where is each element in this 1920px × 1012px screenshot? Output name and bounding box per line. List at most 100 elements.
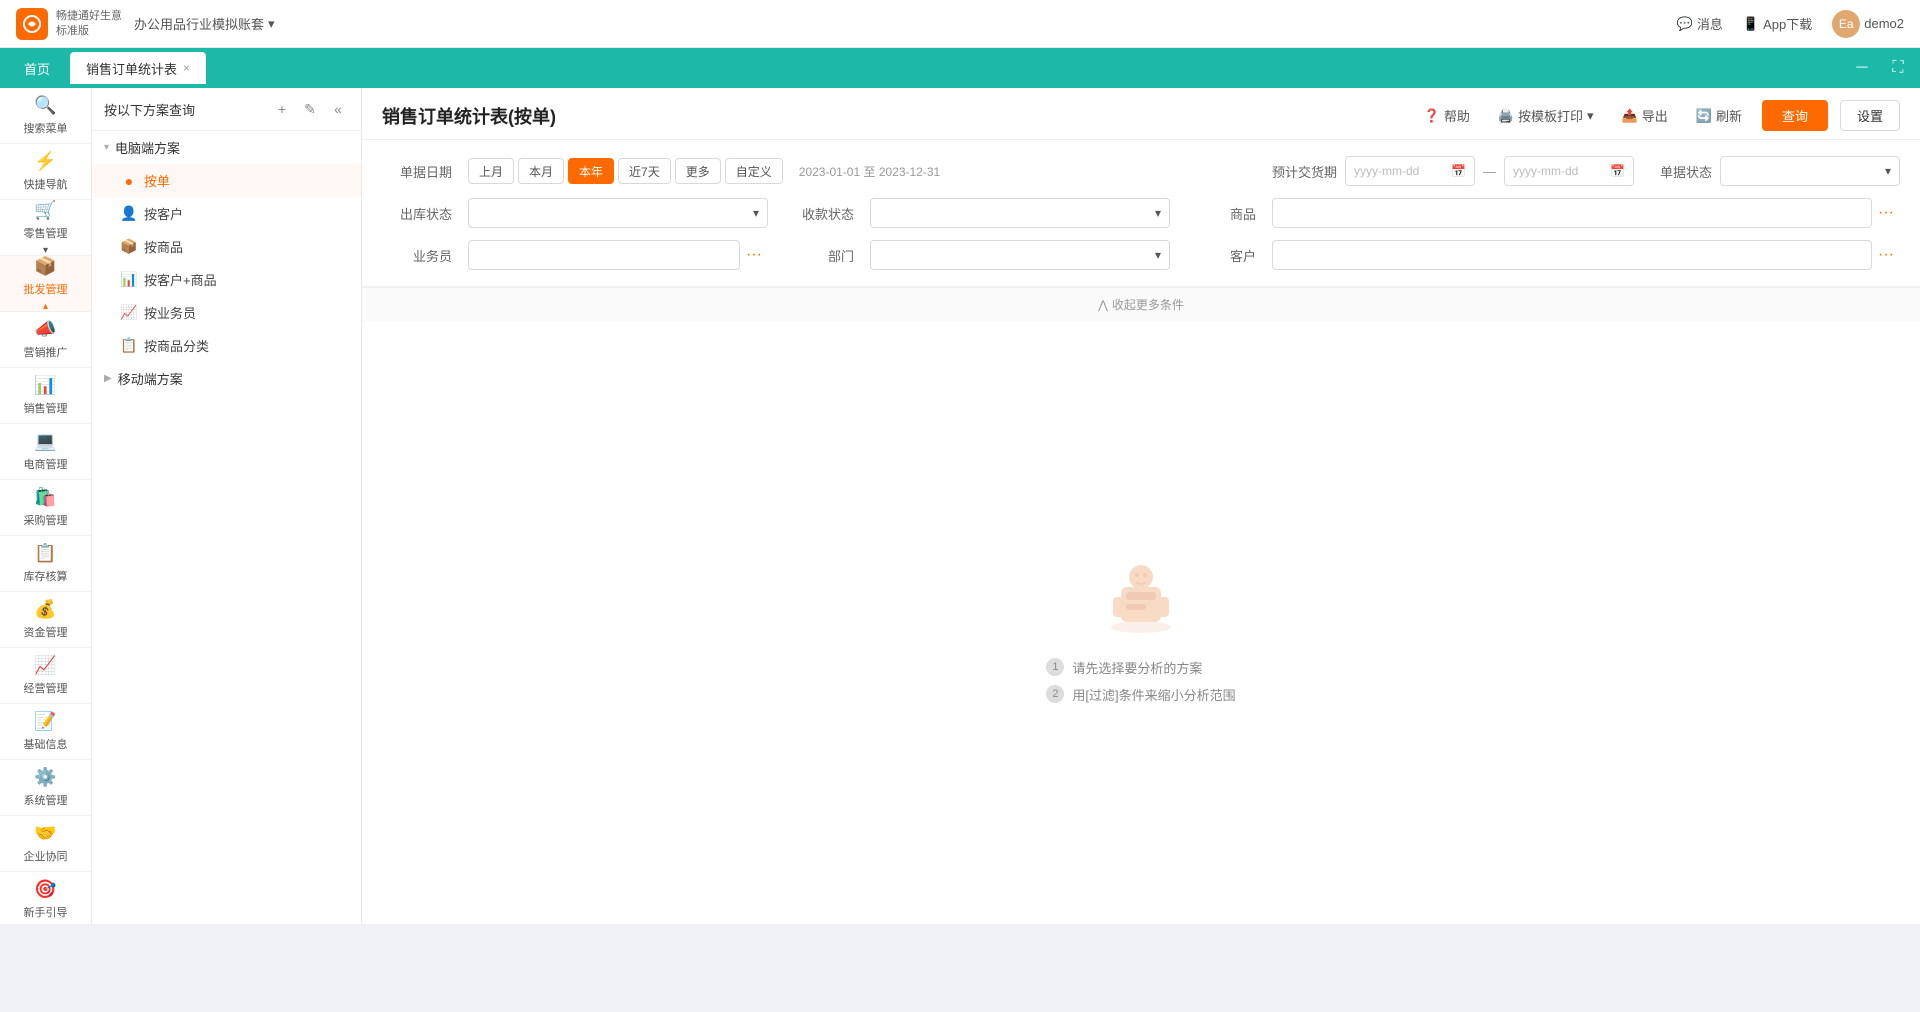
customer-more-btn[interactable]: ··· xyxy=(1872,241,1900,269)
tree-group-pc[interactable]: ▾ 电脑端方案 xyxy=(92,131,361,164)
tab-sales-order[interactable]: 销售订单统计表 × xyxy=(70,52,206,84)
add-scheme-btn[interactable]: + xyxy=(271,98,293,120)
customer-select[interactable] xyxy=(1272,240,1872,270)
sidebar: 🔍 搜索菜单 ⚡ 快捷导航 🛒 零售管理 ▾ 📦 批发管理 ▴ 📣 营销推广 📊… xyxy=(0,88,92,924)
by-customer-label: 按客户 xyxy=(144,204,183,223)
custom-date-btn[interactable]: 自定义 xyxy=(725,158,783,184)
expected-end-input[interactable]: yyyy-mm-dd 📅 xyxy=(1504,156,1634,186)
tab-close-icon[interactable]: × xyxy=(183,61,190,75)
sidebar-item-quick-nav[interactable]: ⚡ 快捷导航 xyxy=(0,144,91,200)
tree-item-by-order[interactable]: ● 按单 xyxy=(92,164,361,197)
query-button[interactable]: 查询 xyxy=(1762,100,1828,131)
department-label: 部门 xyxy=(784,246,854,265)
empty-tip-1: 1 请先选择要分析的方案 xyxy=(1046,658,1235,677)
tab-expand-btn[interactable]: ⛶ xyxy=(1884,54,1912,82)
sidebar-item-sales[interactable]: 📊 销售管理 xyxy=(0,368,91,424)
sidebar-item-marketing[interactable]: 📣 营销推广 xyxy=(0,312,91,368)
this-month-btn[interactable]: 本月 xyxy=(518,158,564,184)
calendar-start-icon: 📅 xyxy=(1451,164,1466,178)
product-more-btn[interactable]: ··· xyxy=(1872,199,1900,227)
tree-group-mobile[interactable]: ▶ 移动端方案 xyxy=(92,362,361,395)
finance-icon: 💰 xyxy=(34,599,56,620)
expected-start-input[interactable]: yyyy-mm-dd 📅 xyxy=(1345,156,1475,186)
logo-icon xyxy=(16,8,48,40)
topbar: 畅捷通好生意 标准版 办公用品行业模拟账套 ▾ 💬 消息 📱 App下载 Ea … xyxy=(0,0,1920,48)
sidebar-item-newbie[interactable]: 🎯 新手引导 xyxy=(0,872,91,924)
payment-status-select[interactable]: ▾ xyxy=(870,198,1170,228)
collapse-icon: ⋀ xyxy=(1098,298,1108,312)
sidebar-item-wholesale[interactable]: 📦 批发管理 ▴ xyxy=(0,256,91,312)
sidebar-item-enterprise[interactable]: 🤝 企业协同 xyxy=(0,816,91,872)
by-product-icon: 📦 xyxy=(120,238,138,255)
ship-status-select[interactable]: ▾ xyxy=(468,198,768,228)
status-chevron: ▾ xyxy=(1885,164,1891,178)
tree-item-by-salesperson[interactable]: 📈 按业务员 xyxy=(92,296,361,329)
edit-scheme-btn[interactable]: ✎ xyxy=(299,98,321,120)
tab-home[interactable]: 首页 xyxy=(8,52,66,84)
status-select[interactable]: ▾ xyxy=(1720,156,1900,186)
page-title: 销售订单统计表(按单) xyxy=(382,103,556,129)
sidebar-item-ecom[interactable]: 💻 电商管理 xyxy=(0,424,91,480)
last-7-btn[interactable]: 近7天 xyxy=(618,158,671,184)
settings-button[interactable]: 设置 xyxy=(1840,100,1900,131)
collapse-bar[interactable]: ⋀ 收起更多条件 xyxy=(362,287,1920,321)
help-btn[interactable]: ❓ 帮助 xyxy=(1416,102,1478,129)
ship-chevron: ▾ xyxy=(753,206,759,220)
sidebar-item-operation[interactable]: 📈 经营管理 xyxy=(0,648,91,704)
tab-home-label: 首页 xyxy=(24,59,50,78)
tab-sales-order-label: 销售订单统计表 xyxy=(86,59,177,78)
tab-minimize-btn[interactable]: ─ xyxy=(1848,54,1876,82)
by-category-label: 按商品分类 xyxy=(144,336,209,355)
ship-status-label: 出库状态 xyxy=(382,204,452,223)
salesperson-more-btn[interactable]: ··· xyxy=(740,241,768,269)
main-area: 按以下方案查询 + ✎ « ▾ 电脑端方案 ● 按单 👤 按客户 xyxy=(92,88,1920,924)
this-year-btn[interactable]: 本年 xyxy=(568,158,614,184)
refresh-btn[interactable]: 🔄 刷新 xyxy=(1688,102,1750,129)
sidebar-item-system[interactable]: ⚙️ 系统管理 xyxy=(0,760,91,816)
sidebar-item-purchase[interactable]: 🛍️ 采购管理 xyxy=(0,480,91,536)
download-icon: 📱 xyxy=(1743,16,1759,32)
left-panel-header: 按以下方案查询 + ✎ « xyxy=(92,88,361,131)
topbar-left: 畅捷通好生意 标准版 办公用品行业模拟账套 ▾ xyxy=(16,8,275,40)
tip-num-2: 2 xyxy=(1046,685,1064,703)
layout: 🔍 搜索菜单 ⚡ 快捷导航 🛒 零售管理 ▾ 📦 批发管理 ▴ 📣 营销推广 📊… xyxy=(0,88,1920,924)
sidebar-item-retail[interactable]: 🛒 零售管理 ▾ xyxy=(0,200,91,256)
sidebar-item-finance[interactable]: 💰 资金管理 xyxy=(0,592,91,648)
last-month-btn[interactable]: 上月 xyxy=(468,158,514,184)
date-label: 单据日期 xyxy=(382,162,452,181)
user-area[interactable]: Ea demo2 xyxy=(1832,10,1904,38)
newbie-icon: 🎯 xyxy=(34,879,56,900)
product-select[interactable] xyxy=(1272,198,1872,228)
by-product-label: 按商品 xyxy=(144,237,183,256)
page-header: 销售订单统计表(按单) ❓ 帮助 🖨️ 按模板打印 ▾ 📤 导出 xyxy=(362,88,1920,140)
customer-label: 客户 xyxy=(1186,246,1256,265)
export-btn[interactable]: 📤 导出 xyxy=(1614,102,1676,129)
sidebar-item-inventory[interactable]: 📋 库存核算 xyxy=(0,536,91,592)
more-date-btn[interactable]: 更多 xyxy=(675,158,721,184)
tree-item-by-customer[interactable]: 👤 按客户 xyxy=(92,197,361,230)
inventory-icon: 📋 xyxy=(34,543,56,564)
calendar-end-icon: 📅 xyxy=(1610,164,1625,178)
print-btn[interactable]: 🖨️ 按模板打印 ▾ xyxy=(1490,102,1602,129)
department-chevron: ▾ xyxy=(1155,248,1161,262)
tree-item-by-category[interactable]: 📋 按商品分类 xyxy=(92,329,361,362)
tree-expand-pc: ▾ xyxy=(104,142,109,153)
tree-item-by-customer-product[interactable]: 📊 按客户+商品 xyxy=(92,263,361,296)
by-customer-product-label: 按客户+商品 xyxy=(144,270,217,289)
marketing-icon: 📣 xyxy=(34,319,56,340)
collapse-panel-btn[interactable]: « xyxy=(327,98,349,120)
sidebar-item-basic[interactable]: 📝 基础信息 xyxy=(0,704,91,760)
app-title-area[interactable]: 办公用品行业模拟账套 ▾ xyxy=(134,14,275,33)
message-btn[interactable]: 💬 消息 xyxy=(1677,14,1723,33)
salesperson-select[interactable] xyxy=(468,240,740,270)
purchase-icon: 🛍️ xyxy=(34,487,56,508)
filter-area: 单据日期 上月 本月 本年 近7天 更多 自定义 2023-01-01 至 20… xyxy=(362,140,1920,287)
department-select[interactable]: ▾ xyxy=(870,240,1170,270)
print-chevron: ▾ xyxy=(1587,108,1594,124)
tree-item-by-product[interactable]: 📦 按商品 xyxy=(92,230,361,263)
by-customer-icon: 👤 xyxy=(120,205,138,222)
app-download-btn[interactable]: 📱 App下载 xyxy=(1743,14,1812,33)
sidebar-item-search-menu[interactable]: 🔍 搜索菜单 xyxy=(0,88,91,144)
basic-icon: 📝 xyxy=(34,711,56,732)
enterprise-icon: 🤝 xyxy=(34,823,56,844)
